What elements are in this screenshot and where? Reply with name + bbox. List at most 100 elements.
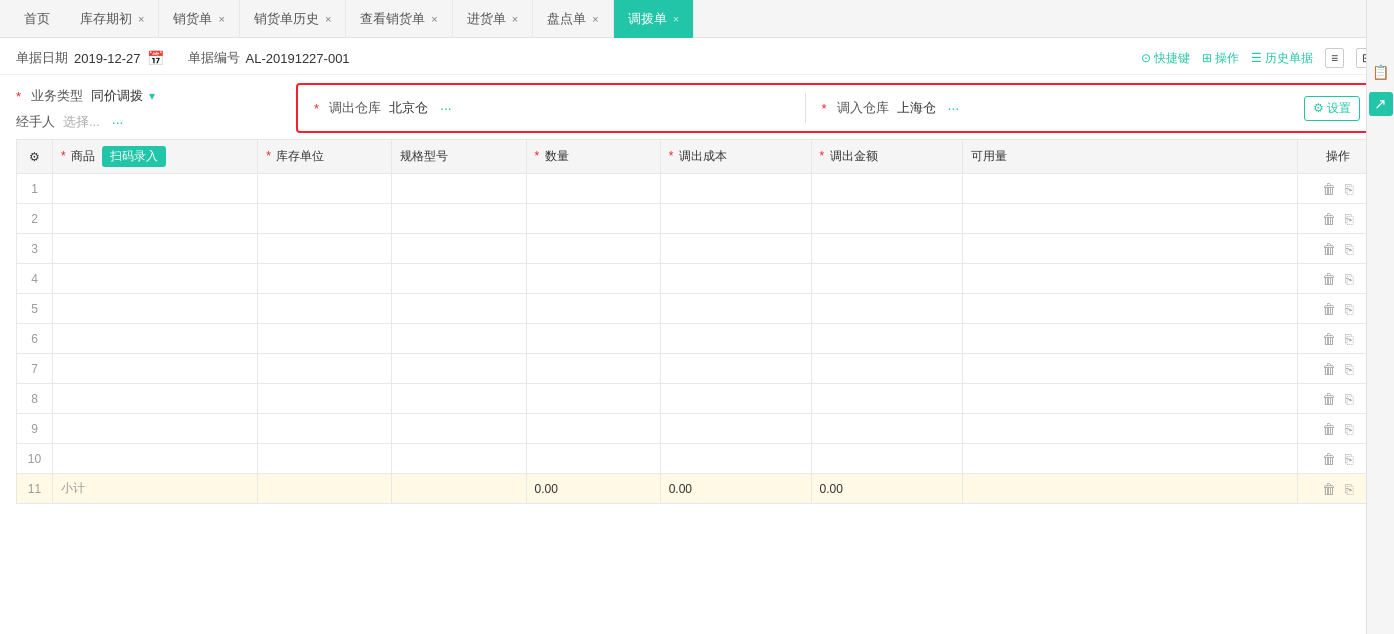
- tab-home[interactable]: 首页: [8, 10, 66, 28]
- biz-type-select[interactable]: 同价调拨 ▾: [91, 87, 155, 105]
- row-copy-icon-4[interactable]: ⎘: [1345, 271, 1353, 287]
- row-spec-10[interactable]: [392, 444, 526, 474]
- row-qty-7[interactable]: [526, 354, 660, 384]
- row-qty-3[interactable]: [526, 234, 660, 264]
- row-qty-5[interactable]: [526, 294, 660, 324]
- row-delete-icon-9[interactable]: 🗑: [1322, 421, 1336, 437]
- tab-sales-order[interactable]: 销货单 ×: [159, 0, 239, 38]
- row-unit-9[interactable]: [258, 414, 392, 444]
- row-qty-10[interactable]: [526, 444, 660, 474]
- tab-close-sales-order[interactable]: ×: [218, 13, 224, 25]
- row-goods-4[interactable]: [53, 264, 258, 294]
- row-goods-5[interactable]: [53, 294, 258, 324]
- row-available-5[interactable]: [962, 294, 1297, 324]
- row-unit-7[interactable]: [258, 354, 392, 384]
- row-spec-9[interactable]: [392, 414, 526, 444]
- col-header-settings[interactable]: ⚙: [17, 140, 53, 174]
- row-delete-icon-2[interactable]: 🗑: [1322, 211, 1336, 227]
- subtotal-copy-icon[interactable]: ⎘: [1345, 481, 1353, 497]
- row-qty-4[interactable]: [526, 264, 660, 294]
- row-copy-icon-9[interactable]: ⎘: [1345, 421, 1353, 437]
- row-cost-9[interactable]: [660, 414, 811, 444]
- row-goods-8[interactable]: [53, 384, 258, 414]
- warehouse-out-value[interactable]: 北京仓: [389, 99, 428, 117]
- row-qty-9[interactable]: [526, 414, 660, 444]
- tab-close-transfer[interactable]: ×: [673, 13, 679, 25]
- row-copy-icon-5[interactable]: ⎘: [1345, 301, 1353, 317]
- row-spec-6[interactable]: [392, 324, 526, 354]
- subtotal-delete-icon[interactable]: 🗑: [1322, 481, 1336, 497]
- row-delete-icon-7[interactable]: 🗑: [1322, 361, 1336, 377]
- row-spec-2[interactable]: [392, 204, 526, 234]
- row-amount-9[interactable]: [811, 414, 962, 444]
- person-more-icon[interactable]: ···: [112, 114, 124, 130]
- row-unit-3[interactable]: [258, 234, 392, 264]
- row-available-9[interactable]: [962, 414, 1297, 444]
- row-amount-7[interactable]: [811, 354, 962, 384]
- table-container[interactable]: ⚙ * 商品 扫码录入 * 库存单位 规格型号 *: [16, 139, 1378, 630]
- row-delete-icon-10[interactable]: 🗑: [1322, 451, 1336, 467]
- row-copy-icon-10[interactable]: ⎘: [1345, 451, 1353, 467]
- row-spec-4[interactable]: [392, 264, 526, 294]
- row-cost-8[interactable]: [660, 384, 811, 414]
- warehouse-in-more-icon[interactable]: ···: [948, 100, 960, 116]
- settings-button[interactable]: ⚙ 设置: [1304, 96, 1360, 121]
- tab-close-sales-history[interactable]: ×: [325, 13, 331, 25]
- row-goods-9[interactable]: [53, 414, 258, 444]
- tab-inventory-check[interactable]: 盘点单 ×: [533, 0, 613, 38]
- row-amount-1[interactable]: [811, 174, 962, 204]
- row-delete-icon-4[interactable]: 🗑: [1322, 271, 1336, 287]
- tab-transfer[interactable]: 调拨单 ×: [614, 0, 694, 38]
- warehouse-in-value[interactable]: 上海仓: [897, 99, 936, 117]
- row-amount-8[interactable]: [811, 384, 962, 414]
- row-spec-1[interactable]: [392, 174, 526, 204]
- row-cost-10[interactable]: [660, 444, 811, 474]
- row-copy-icon-3[interactable]: ⎘: [1345, 241, 1353, 257]
- tab-purchase[interactable]: 进货单 ×: [453, 0, 533, 38]
- tab-close-inventory-init[interactable]: ×: [138, 13, 144, 25]
- row-spec-7[interactable]: [392, 354, 526, 384]
- row-amount-6[interactable]: [811, 324, 962, 354]
- row-cost-3[interactable]: [660, 234, 811, 264]
- row-cost-5[interactable]: [660, 294, 811, 324]
- tab-inventory-init[interactable]: 库存期初 ×: [66, 0, 159, 38]
- shortcut-action[interactable]: ⊙ 快捷键: [1141, 50, 1190, 67]
- row-cost-7[interactable]: [660, 354, 811, 384]
- row-delete-icon-5[interactable]: 🗑: [1322, 301, 1336, 317]
- history-action[interactable]: ☰ 历史单据: [1251, 50, 1313, 67]
- row-available-10[interactable]: [962, 444, 1297, 474]
- row-goods-10[interactable]: [53, 444, 258, 474]
- row-unit-6[interactable]: [258, 324, 392, 354]
- row-cost-6[interactable]: [660, 324, 811, 354]
- row-unit-8[interactable]: [258, 384, 392, 414]
- view-toggle-1[interactable]: ≡: [1325, 48, 1344, 68]
- tab-close-view-sales[interactable]: ×: [431, 13, 437, 25]
- row-cost-4[interactable]: [660, 264, 811, 294]
- row-available-4[interactable]: [962, 264, 1297, 294]
- tab-close-purchase[interactable]: ×: [512, 13, 518, 25]
- row-available-3[interactable]: [962, 234, 1297, 264]
- row-copy-icon-2[interactable]: ⎘: [1345, 211, 1353, 227]
- row-unit-4[interactable]: [258, 264, 392, 294]
- row-cost-2[interactable]: [660, 204, 811, 234]
- row-qty-1[interactable]: [526, 174, 660, 204]
- row-spec-8[interactable]: [392, 384, 526, 414]
- sidebar-doc-icon[interactable]: 📋: [1369, 60, 1393, 84]
- row-available-8[interactable]: [962, 384, 1297, 414]
- row-goods-1[interactable]: [53, 174, 258, 204]
- row-copy-icon-1[interactable]: ⎘: [1345, 181, 1353, 197]
- row-available-7[interactable]: [962, 354, 1297, 384]
- scan-button[interactable]: 扫码录入: [102, 146, 166, 167]
- row-unit-2[interactable]: [258, 204, 392, 234]
- row-goods-2[interactable]: [53, 204, 258, 234]
- person-select[interactable]: 选择...: [63, 113, 100, 131]
- row-copy-icon-7[interactable]: ⎘: [1345, 361, 1353, 377]
- row-qty-6[interactable]: [526, 324, 660, 354]
- sidebar-link-icon[interactable]: ↗: [1369, 92, 1393, 116]
- row-qty-2[interactable]: [526, 204, 660, 234]
- row-amount-5[interactable]: [811, 294, 962, 324]
- row-delete-icon-6[interactable]: 🗑: [1322, 331, 1336, 347]
- row-copy-icon-6[interactable]: ⎘: [1345, 331, 1353, 347]
- row-unit-1[interactable]: [258, 174, 392, 204]
- row-unit-10[interactable]: [258, 444, 392, 474]
